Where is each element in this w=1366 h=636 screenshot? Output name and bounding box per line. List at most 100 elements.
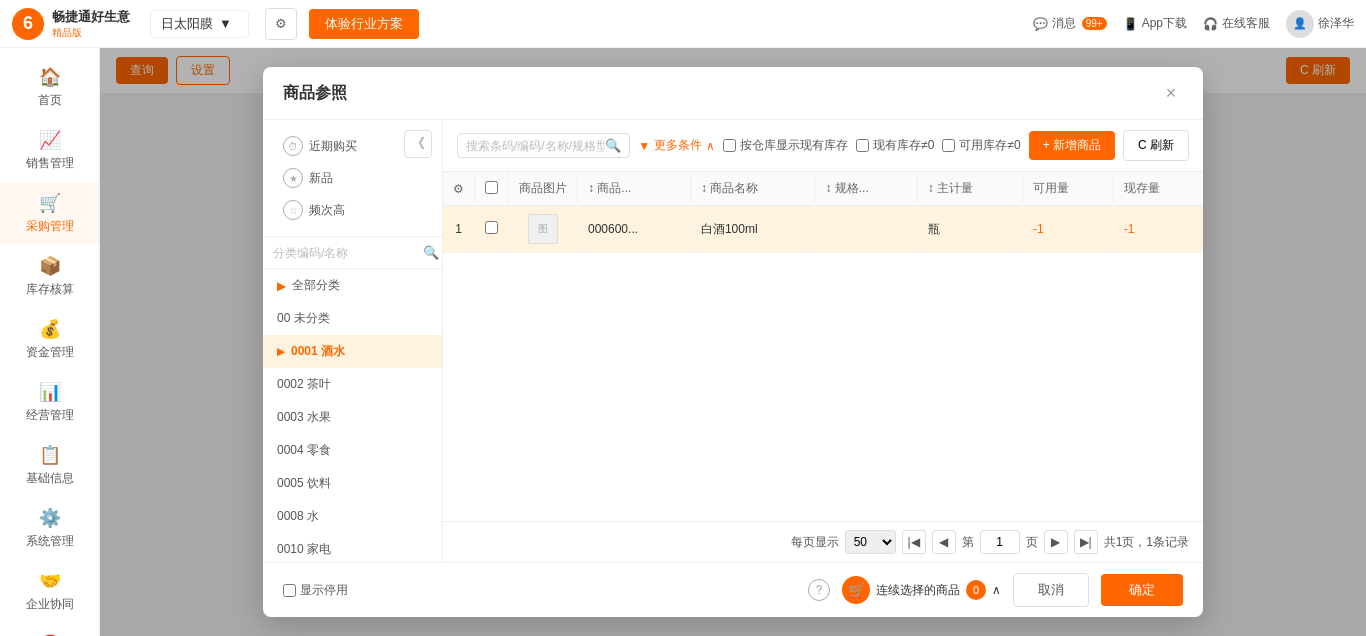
online-service-item[interactable]: 🎧 在线客服 xyxy=(1203,15,1270,32)
table-row[interactable]: 1 图 000600... 白酒100ml 瓶 xyxy=(443,206,1203,253)
messages-item[interactable]: 💬 消息 99+ xyxy=(1033,15,1107,32)
headset-icon: 🎧 xyxy=(1203,17,1218,31)
operations-icon: 📊 xyxy=(39,381,61,403)
modal-toolbar: 🔍 ▼ 更多条件 ∧ 按仓库显示现有库存 xyxy=(443,120,1203,172)
sidebar-item-finance[interactable]: 💰 资金管理 xyxy=(0,308,99,371)
product-search-input[interactable] xyxy=(466,139,605,153)
total-info: 共1页，1条记录 xyxy=(1104,534,1189,551)
td-code: 000600... xyxy=(578,206,691,253)
cart-button[interactable]: 🛒 连续选择的商品 0 ∧ xyxy=(842,576,1001,604)
next-page-button[interactable]: ▶ xyxy=(1044,530,1068,554)
filter-more-button[interactable]: ▼ 更多条件 ∧ xyxy=(638,137,715,154)
cat-item-appliance[interactable]: 0010 家电 xyxy=(263,533,442,562)
page-number-input[interactable] xyxy=(980,530,1020,554)
modal-title: 商品参照 xyxy=(283,83,347,104)
cat-item-all[interactable]: ▶ 全部分类 xyxy=(263,269,442,302)
cat-item-uncategorized[interactable]: 00 未分类 xyxy=(263,302,442,335)
modal-right-panel: 🔍 ▼ 更多条件 ∧ 按仓库显示现有库存 xyxy=(443,120,1203,562)
sidebar-item-collab[interactable]: 🤝 企业协同 xyxy=(0,560,99,623)
continuous-select-label: 连续选择的商品 xyxy=(876,582,960,599)
pagination: 每页显示 50 10 20 100 |◀ ◀ 第 页 xyxy=(443,521,1203,562)
sidebar-item-basic-info[interactable]: 📋 基础信息 xyxy=(0,434,99,497)
product-search-box: 🔍 xyxy=(457,133,630,158)
sidebar-item-guide[interactable]: 🎯 新手引导 xyxy=(0,623,99,636)
experience-button[interactable]: 体验行业方案 xyxy=(309,9,419,39)
search-icon: 🔍 xyxy=(605,138,621,153)
th-code: ↕ 商品... xyxy=(578,172,691,206)
page-size-label: 每页显示 xyxy=(791,534,839,551)
cart-icon: 🛒 xyxy=(842,576,870,604)
inventory-icon: 📦 xyxy=(39,255,61,277)
product-image: 图 xyxy=(528,214,558,244)
user-profile-item[interactable]: 👤 徐泽华 xyxy=(1286,10,1354,38)
td-check[interactable] xyxy=(475,206,509,253)
checkbox-available-filter[interactable]: 现有库存≠0 xyxy=(856,137,934,154)
category-list: ▶ 全部分类 00 未分类 ▶ 0001 酒水 0002 茶 xyxy=(263,269,442,562)
app-download-item[interactable]: 📱 App下载 xyxy=(1123,15,1187,32)
cancel-button[interactable]: 取消 xyxy=(1013,573,1089,607)
home-icon: 🏠 xyxy=(39,66,61,88)
th-available: 可用量 xyxy=(1023,172,1114,206)
table-header-row: ⚙ 商品图片 ↕ 商品... ↕ 商品名称 xyxy=(443,172,1203,206)
modal-close-button[interactable]: × xyxy=(1159,81,1183,105)
active-arrow-icon: ▶ xyxy=(277,346,285,357)
basic-info-icon: 📋 xyxy=(39,444,61,466)
warehouse-checkbox[interactable] xyxy=(723,139,736,152)
quick-link-frequent[interactable]: ☆ 频次高 xyxy=(273,194,396,226)
cat-item-snack[interactable]: 0004 零食 xyxy=(263,434,442,467)
recent-icon: ⏱ xyxy=(283,136,303,156)
prev-page-button[interactable]: ◀ xyxy=(932,530,956,554)
th-spec: ↕ 规格... xyxy=(815,172,917,206)
nav-selector-label: 日太阳膜 xyxy=(161,15,213,33)
checkbox-warehouse-filter[interactable]: 按仓库显示现有库存 xyxy=(723,137,848,154)
message-icon: 💬 xyxy=(1033,17,1048,31)
td-stock: -1 xyxy=(1113,206,1203,253)
product-table-wrap: ⚙ 商品图片 ↕ 商品... ↕ 商品名称 xyxy=(443,172,1203,521)
show-disabled-checkbox[interactable]: 显示停用 xyxy=(283,582,348,599)
cat-item-liquor[interactable]: ▶ 0001 酒水 xyxy=(263,335,442,368)
sidebar-item-sales[interactable]: 📈 销售管理 xyxy=(0,119,99,182)
sidebar-item-operations[interactable]: 📊 经营管理 xyxy=(0,371,99,434)
logo-area: 6 畅捷通好生意 精品版 xyxy=(12,8,130,40)
available-checkbox[interactable] xyxy=(856,139,869,152)
nav-selector[interactable]: 日太阳膜 ▼ xyxy=(150,10,249,38)
nav-right: 💬 消息 99+ 📱 App下载 🎧 在线客服 👤 徐泽华 xyxy=(1033,10,1354,38)
sidebar-item-inventory[interactable]: 📦 库存核算 xyxy=(0,245,99,308)
th-check xyxy=(475,172,509,206)
th-gear: ⚙ xyxy=(443,172,475,206)
usable-checkbox[interactable] xyxy=(942,139,955,152)
confirm-button[interactable]: 确定 xyxy=(1101,574,1183,606)
disabled-checkbox[interactable] xyxy=(283,584,296,597)
collapse-left-panel-button[interactable]: 《 xyxy=(404,130,432,158)
cat-item-beverage[interactable]: 0005 饮料 xyxy=(263,467,442,500)
th-stock: 现存量 xyxy=(1113,172,1203,206)
category-search-area: 🔍 xyxy=(263,237,442,269)
product-table: ⚙ 商品图片 ↕ 商品... ↕ 商品名称 xyxy=(443,172,1203,253)
td-available: -1 xyxy=(1023,206,1114,253)
page-size-select[interactable]: 50 10 20 100 xyxy=(845,530,896,554)
last-page-button[interactable]: ▶| xyxy=(1074,530,1098,554)
sidebar-item-purchase[interactable]: 🛒 采购管理 xyxy=(0,182,99,245)
select-all-checkbox[interactable] xyxy=(485,181,498,194)
cat-item-fruit[interactable]: 0003 水果 xyxy=(263,401,442,434)
category-search-input[interactable] xyxy=(273,246,423,260)
quick-link-new[interactable]: ★ 新品 xyxy=(273,162,396,194)
frequent-icon: ☆ xyxy=(283,200,303,220)
checkbox-usable-filter[interactable]: 可用库存≠0 xyxy=(942,137,1020,154)
quick-link-recent[interactable]: ⏱ 近期购买 xyxy=(273,130,396,162)
help-button[interactable]: ? xyxy=(808,579,830,601)
refresh-button[interactable]: C 刷新 xyxy=(1123,130,1189,161)
sidebar-item-home[interactable]: 🏠 首页 xyxy=(0,56,99,119)
brand-name: 畅捷通好生意 精品版 xyxy=(52,8,130,40)
first-page-button[interactable]: |◀ xyxy=(902,530,926,554)
cat-item-tea[interactable]: 0002 茶叶 xyxy=(263,368,442,401)
gear-button[interactable]: ⚙ xyxy=(265,8,297,40)
footer-right: ? 🛒 连续选择的商品 0 ∧ 取消 确定 xyxy=(808,573,1183,607)
sidebar-item-system[interactable]: ⚙️ 系统管理 xyxy=(0,497,99,560)
modal-left-panel: ⏱ 近期购买 ★ 新品 ☆ 频次高 xyxy=(263,120,443,562)
modal-overlay: 商品参照 × ⏱ 近期购买 xyxy=(100,48,1366,636)
add-product-button[interactable]: + 新增商品 xyxy=(1029,131,1115,160)
cat-item-water[interactable]: 0008 水 xyxy=(263,500,442,533)
row-checkbox[interactable] xyxy=(485,221,498,234)
td-unit: 瓶 xyxy=(917,206,1022,253)
